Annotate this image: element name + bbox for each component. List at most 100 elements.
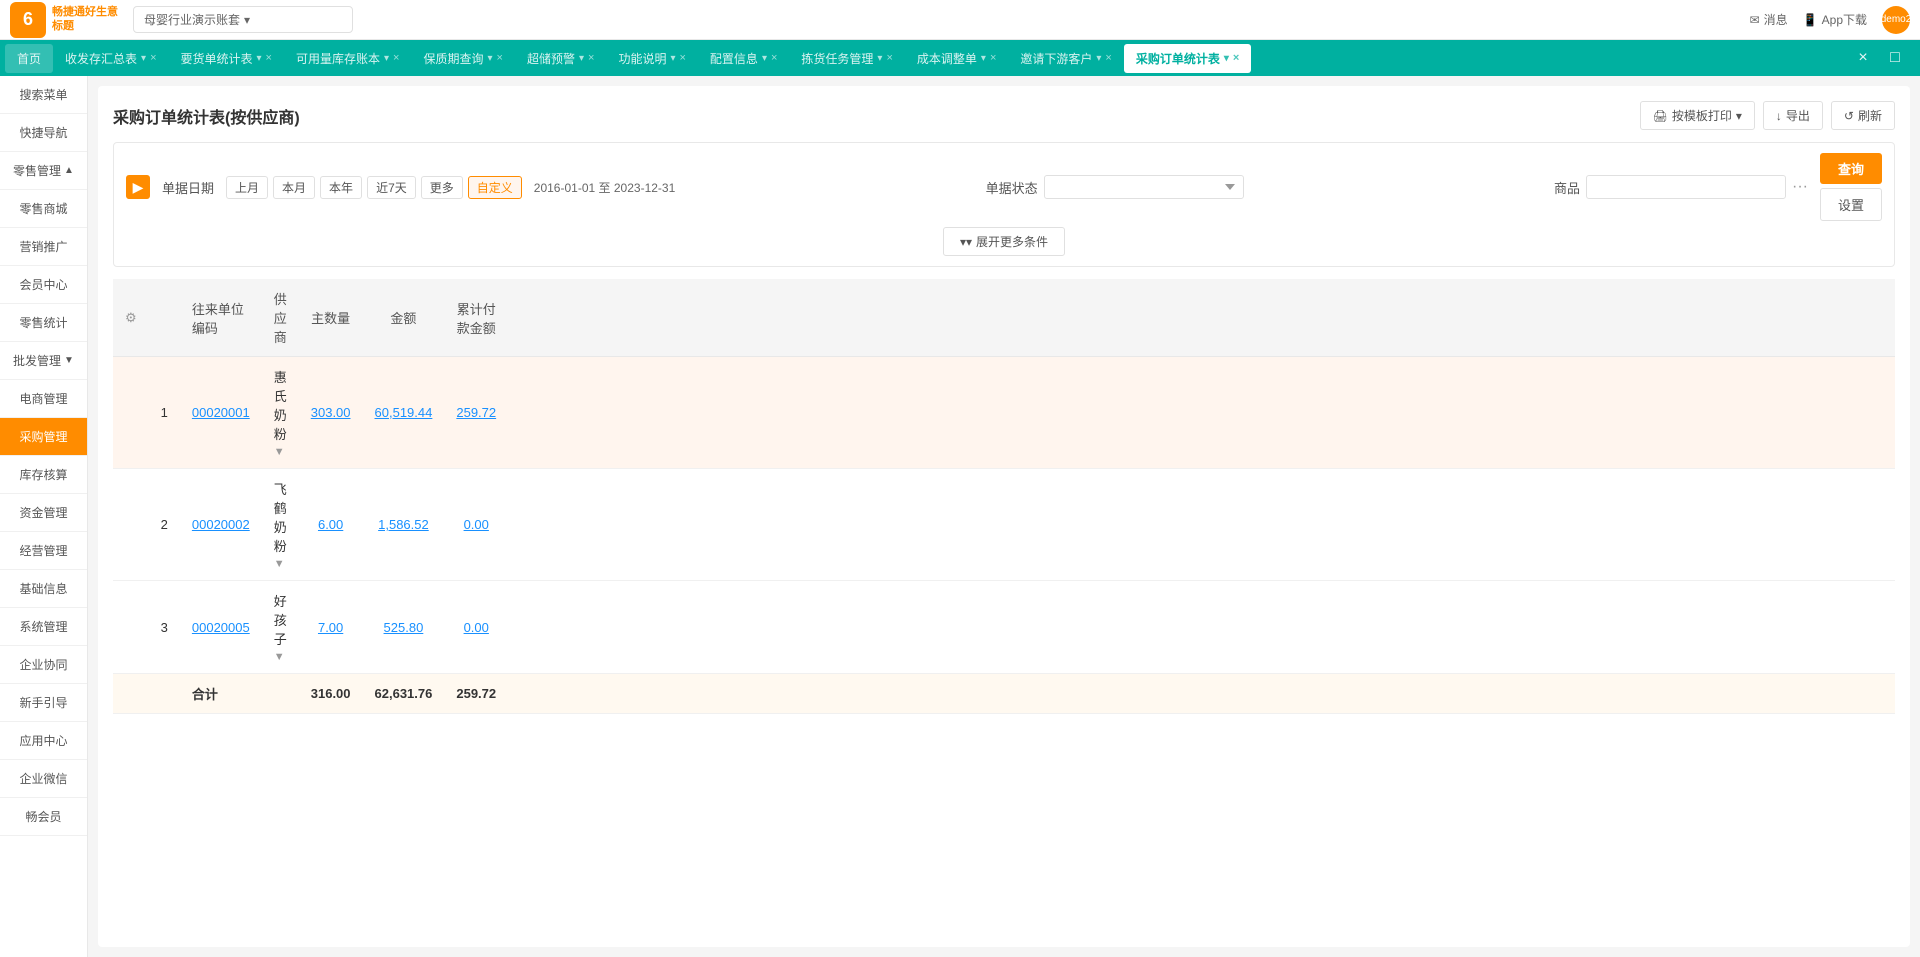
tab-close-icon[interactable]: × bbox=[1233, 52, 1239, 64]
sidebar-item-finance[interactable]: 资金管理 bbox=[0, 494, 87, 532]
filter-toggle-btn[interactable]: ▶ bbox=[126, 175, 150, 199]
tab-close-icon[interactable]: × bbox=[150, 52, 156, 64]
refresh-button[interactable]: ↺ 刷新 bbox=[1831, 101, 1895, 130]
tab-keyong[interactable]: 可用量库存账本 ▾ × bbox=[284, 44, 411, 73]
row-unit-code[interactable]: 00020002 bbox=[180, 469, 262, 581]
sidebar-item-retailmall[interactable]: 零售商城 bbox=[0, 190, 87, 228]
page-actions: 🖨 按模板打印 ▾ ↓ 导出 ↺ 刷新 bbox=[1640, 101, 1895, 130]
sidebar-item-retailstat[interactable]: 零售统计 bbox=[0, 304, 87, 342]
nav-close-btn[interactable]: × bbox=[1851, 46, 1875, 70]
sidebar-expand-icon: ▲ bbox=[64, 165, 74, 176]
goods-input[interactable] bbox=[1586, 175, 1786, 199]
tab-chengben[interactable]: 成本调整单 ▾ × bbox=[905, 44, 1008, 73]
tab-close-icon[interactable]: × bbox=[497, 52, 503, 64]
sidebar-item-newguide[interactable]: 新手引导 bbox=[0, 684, 87, 722]
tab-close-icon[interactable]: × bbox=[771, 52, 777, 64]
template-print-button[interactable]: 🖨 按模板打印 ▾ bbox=[1640, 101, 1755, 130]
gear-icon[interactable]: ⚙ bbox=[125, 310, 137, 325]
sidebar-item-enterprise[interactable]: 企业协同 bbox=[0, 646, 87, 684]
tab-close-icon[interactable]: × bbox=[679, 52, 685, 64]
row-unit-code[interactable]: 00020005 bbox=[180, 581, 262, 674]
row-no: 1 bbox=[149, 357, 180, 469]
sidebar-item-member[interactable]: 会员中心 bbox=[0, 266, 87, 304]
tab-yaohuo[interactable]: 要货单统计表 ▾ × bbox=[169, 44, 284, 73]
sidebar-item-label: 经营管理 bbox=[5, 542, 82, 559]
tab-dropdown-icon: ▾ bbox=[1096, 53, 1101, 64]
settings-button[interactable]: 设置 bbox=[1820, 188, 1882, 221]
tab-shoufahu[interactable]: 收发存汇总表 ▾ × bbox=[53, 44, 168, 73]
date-last-month-btn[interactable]: 上月 bbox=[226, 176, 268, 199]
row-main-qty[interactable]: 7.00 bbox=[299, 581, 363, 674]
sidebar-item-inventory[interactable]: 库存核算 bbox=[0, 456, 87, 494]
sidebar-item-ecommerce[interactable]: 电商管理 bbox=[0, 380, 87, 418]
date-more-btn[interactable]: 更多 bbox=[421, 176, 463, 199]
user-area[interactable]: demo2 bbox=[1882, 6, 1910, 34]
goods-label: 商品 bbox=[1554, 178, 1580, 197]
workspace-selector[interactable]: 母婴行业演示账套 ▾ bbox=[133, 6, 353, 33]
row-paid-amount[interactable]: 259.72 bbox=[444, 357, 508, 469]
row-amount[interactable]: 60,519.44 bbox=[363, 357, 445, 469]
sidebar-item-label: 批发管理 bbox=[13, 352, 61, 369]
date-this-year-btn[interactable]: 本年 bbox=[320, 176, 362, 199]
sidebar-item-label: 会员中心 bbox=[5, 276, 82, 293]
tab-close-icon[interactable]: × bbox=[990, 52, 996, 64]
tab-gongneng[interactable]: 功能说明 ▾ × bbox=[606, 44, 697, 73]
sidebar-item-purchase[interactable]: 采购管理 bbox=[0, 418, 87, 456]
sidebar-item-label: 资金管理 bbox=[5, 504, 82, 521]
tab-yaoqing[interactable]: 邀请下游客户 ▾ × bbox=[1008, 44, 1123, 73]
sidebar-item-system[interactable]: 系统管理 bbox=[0, 608, 87, 646]
data-table: ⚙ 往来单位编码 供应商 主数量 金额 累计付款金额 bbox=[113, 279, 1895, 714]
sidebar-item-appcenter[interactable]: 应用中心 bbox=[0, 722, 87, 760]
th-no bbox=[149, 279, 180, 357]
sidebar-item-retail[interactable]: 零售管理 ▲ bbox=[0, 152, 87, 190]
row-main-qty[interactable]: 6.00 bbox=[299, 469, 363, 581]
app-download-icon: 📱 bbox=[1803, 13, 1818, 27]
sidebar-item-label: 搜索菜单 bbox=[5, 86, 82, 103]
sidebar-item-vip[interactable]: 畅会员 bbox=[0, 798, 87, 836]
export-icon: ↓ bbox=[1776, 109, 1782, 123]
sidebar-item-basic[interactable]: 基础信息 bbox=[0, 570, 87, 608]
total-supplier-cell bbox=[262, 674, 299, 714]
sidebar-item-label: 零售管理 bbox=[13, 162, 61, 179]
message-btn[interactable]: ✉ 消息 bbox=[1750, 11, 1788, 28]
search-button[interactable]: 查询 bbox=[1820, 153, 1882, 184]
tab-home[interactable]: 首页 bbox=[5, 44, 53, 73]
app-download-btn[interactable]: 📱 App下载 bbox=[1803, 11, 1867, 28]
tab-dropdown-icon: ▾ bbox=[670, 53, 675, 64]
tab-close-icon[interactable]: × bbox=[1105, 52, 1111, 64]
row-paid-amount[interactable]: 0.00 bbox=[444, 581, 508, 674]
date-quick-btns: 上月 本月 本年 近7天 更多 自定义 bbox=[226, 176, 522, 199]
tab-close-icon[interactable]: × bbox=[393, 52, 399, 64]
export-button[interactable]: ↓ 导出 bbox=[1763, 101, 1823, 130]
status-select[interactable] bbox=[1044, 175, 1244, 199]
row-supplier: 飞鹤奶粉 ▼ bbox=[262, 469, 299, 581]
tab-close-icon[interactable]: × bbox=[588, 52, 594, 64]
filter-dots[interactable]: ··· bbox=[1792, 178, 1808, 196]
date-7days-btn[interactable]: 近7天 bbox=[367, 176, 416, 199]
row-amount[interactable]: 525.80 bbox=[363, 581, 445, 674]
tab-close-icon[interactable]: × bbox=[266, 52, 272, 64]
row-unit-code[interactable]: 00020001 bbox=[180, 357, 262, 469]
row-main-qty[interactable]: 303.00 bbox=[299, 357, 363, 469]
date-this-month-btn[interactable]: 本月 bbox=[273, 176, 315, 199]
tab-chaozhu[interactable]: 超储预警 ▾ × bbox=[515, 44, 606, 73]
status-filter-field: 单据状态 bbox=[986, 175, 1244, 199]
tab-close-icon[interactable]: × bbox=[886, 52, 892, 64]
sidebar-item-marketing[interactable]: 营销推广 bbox=[0, 228, 87, 266]
tab-peizhi[interactable]: 配置信息 ▾ × bbox=[698, 44, 789, 73]
sidebar-item-operation[interactable]: 经营管理 bbox=[0, 532, 87, 570]
nav-expand-btn[interactable]: □ bbox=[1883, 46, 1907, 70]
row-paid-amount[interactable]: 0.00 bbox=[444, 469, 508, 581]
sidebar-item-wholesale[interactable]: 批发管理 ▼ bbox=[0, 342, 87, 380]
expand-more-btn[interactable]: ▾▾ 展开更多条件 bbox=[943, 227, 1065, 256]
top-right: ✉ 消息 📱 App下载 demo2 bbox=[1750, 6, 1910, 34]
tab-tuohuo[interactable]: 拣货任务管理 ▾ × bbox=[789, 44, 904, 73]
tab-baozhi[interactable]: 保质期查询 ▾ × bbox=[411, 44, 514, 73]
tab-caigou[interactable]: 采购订单统计表 ▾ × bbox=[1124, 44, 1251, 73]
sidebar-item-quicknav[interactable]: 快捷导航 bbox=[0, 114, 87, 152]
sidebar-item-search[interactable]: 搜索菜单 bbox=[0, 76, 87, 114]
table-container: ⚙ 往来单位编码 供应商 主数量 金额 累计付款金额 bbox=[113, 279, 1895, 714]
workspace-dropdown-icon: ▾ bbox=[244, 13, 250, 27]
row-amount[interactable]: 1,586.52 bbox=[363, 469, 445, 581]
sidebar-item-wechat[interactable]: 企业微信 bbox=[0, 760, 87, 798]
